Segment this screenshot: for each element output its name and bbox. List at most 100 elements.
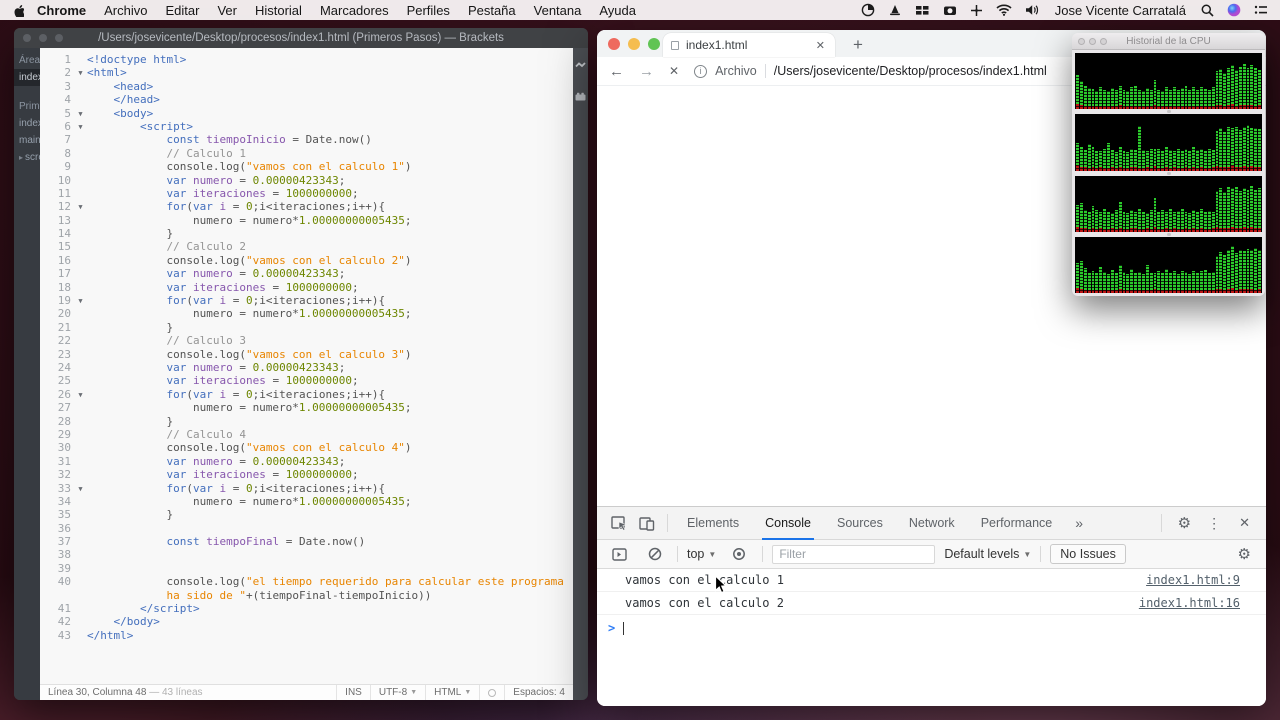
code-line: 14 }	[57, 227, 174, 241]
cpu-titlebar[interactable]: Historial de la CPU	[1072, 33, 1265, 50]
devtools-settings-icon[interactable]: ⚙	[1172, 514, 1197, 532]
menu-chrome[interactable]: Chrome	[28, 3, 95, 18]
lint-status-icon[interactable]	[479, 685, 504, 700]
code-line: 39	[57, 561, 71, 575]
volume-icon[interactable]	[1025, 4, 1040, 16]
console-message: vamos con el calculo 1 index1.html:9	[597, 569, 1266, 592]
code-line: 13 numero = numero*1.00000000005435;	[57, 213, 412, 227]
brackets-sidebar[interactable]: Área de trabajoindex1.html Primeros Pasos…	[14, 48, 40, 700]
devtools-tab-sources[interactable]: Sources	[824, 507, 896, 540]
brackets-titlebar[interactable]: /Users/josevicente/Desktop/procesos/inde…	[14, 28, 588, 48]
wifi-icon[interactable]	[996, 4, 1012, 16]
log-levels-dropdown[interactable]: Default levels ▼	[944, 547, 1031, 561]
chrome-window-controls[interactable]	[608, 38, 660, 50]
devtools-menu-icon[interactable]: ⋮	[1201, 515, 1227, 532]
code-line: 15 // Calculo 2	[57, 240, 246, 254]
fold-arrow-icon[interactable]: ▼	[74, 482, 87, 495]
fold-arrow-icon[interactable]: ▼	[74, 388, 87, 401]
forward-button[interactable]: →	[639, 64, 654, 79]
menu-ayuda[interactable]: Ayuda	[590, 3, 645, 18]
crosshair-icon[interactable]	[970, 4, 983, 17]
sidebar-item[interactable]: index1.html	[14, 69, 40, 86]
code-line: 1 <!doctype html>	[64, 53, 187, 66]
new-tab-button[interactable]: +	[849, 33, 867, 57]
code-line: 29 // Calculo 4	[57, 427, 246, 441]
status-mode[interactable]: HTML ▼	[425, 685, 479, 700]
extension-manager-icon[interactable]	[575, 88, 586, 106]
sidebar-item[interactable]: Primeros Pasos	[14, 98, 40, 115]
console-toolbar: top▼ Default levels▼ No Issues ⚙	[597, 540, 1266, 569]
stop-loading-button[interactable]: ✕	[669, 64, 679, 78]
status-encoding[interactable]: UTF-8 ▼	[369, 685, 425, 700]
console-sidebar-toggle-icon[interactable]	[606, 547, 633, 561]
console-settings-icon[interactable]: ⚙	[1232, 545, 1257, 563]
fold-arrow-icon[interactable]: ▼	[74, 66, 87, 79]
grid-app-icon[interactable]	[915, 4, 930, 17]
sidebar-item[interactable]: main.js	[14, 132, 40, 149]
menubar-username[interactable]: Jose Vicente Carratalá	[1055, 3, 1186, 18]
url-text[interactable]: /Users/josevicente/Desktop/procesos/inde…	[774, 64, 1047, 78]
no-issues-button[interactable]: No Issues	[1050, 544, 1126, 564]
menu-ventana[interactable]: Ventana	[525, 3, 591, 18]
code-line: ha sido de "+(tiempoFinal-tiempoInicio))	[166, 588, 432, 602]
devtools-tab-console[interactable]: Console	[752, 507, 824, 540]
fold-arrow-icon[interactable]: ▼	[74, 200, 87, 213]
fold-arrow-icon[interactable]: ▼	[74, 107, 87, 120]
code-line: 41 </script>	[57, 602, 200, 616]
source-link[interactable]: index1.html:9	[1146, 573, 1240, 587]
clear-console-icon[interactable]	[642, 547, 668, 561]
zoom-window-button	[648, 38, 660, 50]
code-line: 28 }	[57, 414, 174, 428]
siri-icon[interactable]	[1227, 3, 1241, 17]
notification-list-icon[interactable]	[1254, 4, 1268, 16]
sidebar-item[interactable]: index.html	[14, 115, 40, 132]
more-tabs-icon[interactable]: »	[1065, 515, 1093, 531]
code-line: 30 console.log("vamos con el calculo 4")	[57, 441, 412, 455]
address-divider	[764, 64, 766, 78]
status-spaces[interactable]: Espacios: 4	[504, 685, 573, 700]
search-icon[interactable]	[1201, 4, 1214, 17]
code-area[interactable]: 1 <!doctype html> 2 ▼ <html> 3 <head> 4 </head…	[40, 48, 573, 684]
code-line: 6 ▼ <script>	[64, 119, 193, 133]
menu-perfiles[interactable]: Perfiles	[398, 3, 459, 18]
live-expression-eye-icon[interactable]	[725, 548, 753, 560]
back-button[interactable]: ←	[609, 64, 624, 79]
device-toolbar-icon[interactable]	[633, 516, 661, 531]
menu-archivo[interactable]: Archivo	[95, 3, 156, 18]
tab-favicon	[671, 40, 679, 50]
toolbar-divider	[1040, 546, 1042, 562]
inspect-element-icon[interactable]	[605, 515, 633, 531]
fold-arrow-icon[interactable]: ▼	[74, 294, 87, 307]
fold-arrow-icon[interactable]: ▼	[74, 120, 87, 133]
tab-close-icon[interactable]: ✕	[814, 39, 827, 52]
console-filter-input[interactable]	[772, 544, 936, 564]
live-preview-icon[interactable]	[575, 58, 586, 76]
tab-title: index1.html	[686, 38, 748, 52]
devtools-tab-elements[interactable]: Elements	[674, 507, 752, 540]
code-line: 37 const tiempoFinal = Date.now()	[57, 535, 366, 549]
devtools-close-icon[interactable]: ✕	[1231, 515, 1258, 531]
code-line: 40 console.log("el tiempo requerido para…	[57, 575, 564, 589]
apple-icon[interactable]	[12, 3, 24, 17]
menu-marcadores[interactable]: Marcadores	[311, 3, 398, 18]
sidebar-item[interactable]: Área de trabajo	[14, 52, 40, 69]
menu-historial[interactable]: Historial	[246, 3, 311, 18]
devtools-tab-network[interactable]: Network	[896, 507, 968, 540]
address-bar[interactable]: i Archivo /Users/josevicente/Desktop/pro…	[694, 64, 1047, 78]
execution-context-selector[interactable]: top ▼	[687, 547, 716, 561]
cpu-window-controls[interactable]	[1078, 38, 1107, 45]
console-prompt[interactable]: >	[597, 615, 1266, 635]
menu-ver[interactable]: Ver	[208, 3, 246, 18]
status-ins[interactable]: INS	[336, 685, 370, 700]
page-info-icon[interactable]: i	[694, 64, 708, 78]
menubar: Chrome Archivo Editar Ver Historial Marcadore…	[0, 0, 1280, 20]
cone-icon[interactable]	[888, 3, 902, 17]
tab-index1[interactable]: index1.html ✕	[663, 33, 835, 57]
source-link[interactable]: index1.html:16	[1139, 596, 1240, 610]
camera-app-icon[interactable]	[943, 4, 957, 17]
menu-pestaña[interactable]: Pestaña	[459, 3, 525, 18]
menu-editar[interactable]: Editar	[156, 3, 208, 18]
sidebar-item[interactable]: ▸screenshots	[14, 149, 40, 166]
devtools-tab-performance[interactable]: Performance	[968, 507, 1066, 540]
pie-app-icon[interactable]	[861, 3, 875, 17]
